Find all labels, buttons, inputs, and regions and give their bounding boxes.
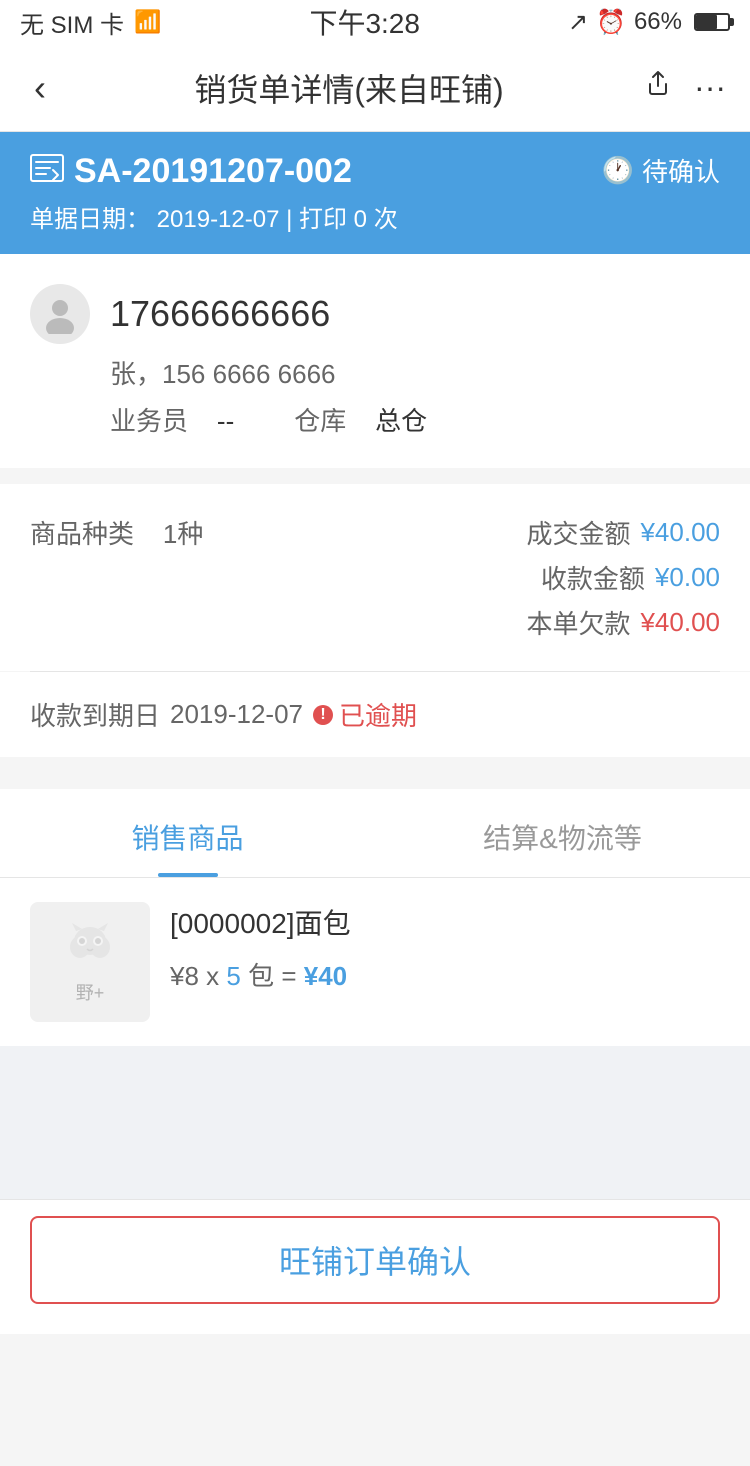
- battery-percent: 66%: [634, 8, 682, 36]
- time-display: 下午3:28: [309, 2, 420, 42]
- total-value: ¥40: [304, 961, 347, 991]
- overdue-badge: ! 已逾期: [313, 696, 417, 733]
- quantity-value: 5: [226, 961, 248, 991]
- clock-icon: 🕐: [602, 155, 634, 186]
- product-placeholder-icon: [60, 919, 120, 979]
- amount-row-2: 本单欠款 ¥40.00: [526, 604, 720, 641]
- summary-right: 成交金额 ¥40.00 收款金额 ¥0.00 本单欠款 ¥40.00: [526, 514, 720, 641]
- salesperson-label: 业务员 --: [110, 401, 234, 438]
- section-divider-2: [0, 757, 750, 773]
- category-item: 商品种类 1种: [30, 514, 203, 551]
- tab-products[interactable]: 销售商品: [0, 789, 375, 877]
- amount-row-0: 成交金额 ¥40.00: [526, 514, 720, 551]
- product-info: [0000002]面包 ¥8 x 5 包 = ¥40: [170, 902, 720, 993]
- customer-name: 张，156 6666 6666: [30, 354, 720, 391]
- summary-section: 商品种类 1种 成交金额 ¥40.00 收款金额 ¥0.00 本单欠款 ¥40.…: [0, 484, 750, 671]
- due-date-value: 2019-12-07: [170, 699, 303, 730]
- location-icon: ↗: [568, 8, 588, 37]
- nav-bar: ‹ 销货单详情(来自旺铺) ···: [0, 44, 750, 132]
- status-right: ↗ ⏰ 66%: [568, 8, 730, 37]
- more-button[interactable]: ···: [694, 69, 726, 106]
- order-status: 🕐 待确认: [602, 152, 720, 189]
- status-bar: 无 SIM 卡 📶 下午3:28 ↗ ⏰ 66%: [0, 0, 750, 44]
- confirm-order-button[interactable]: 旺铺订单确认: [30, 1216, 720, 1304]
- nav-right-actions: ···: [642, 68, 726, 108]
- customer-phone: 17666666666: [110, 293, 330, 335]
- overdue-text: 已逾期: [339, 696, 417, 733]
- product-price: ¥8 x 5 包 = ¥40: [170, 956, 720, 993]
- product-image: 野+: [30, 902, 150, 1022]
- tabs-header: 销售商品 结算&物流等: [0, 789, 750, 878]
- tab-settlement[interactable]: 结算&物流等: [375, 789, 750, 877]
- overdue-icon: !: [313, 705, 333, 725]
- order-date: 单据日期： 2019-12-07 | 打印 0 次: [30, 199, 398, 234]
- battery-icon: [694, 13, 730, 31]
- amount-row-1: 收款金额 ¥0.00: [541, 559, 720, 596]
- bottom-bar: 旺铺订单确认: [0, 1199, 750, 1334]
- customer-section: 17666666666 张，156 6666 6666 业务员 -- 仓库 总仓: [0, 254, 750, 468]
- customer-meta: 业务员 -- 仓库 总仓: [30, 401, 720, 438]
- customer-row: 17666666666: [30, 284, 720, 344]
- product-name: [0000002]面包: [170, 902, 720, 942]
- page-title: 销货单详情(来自旺铺): [56, 65, 642, 111]
- order-id: SA-20191207-002: [30, 152, 398, 191]
- alarm-icon: ⏰: [596, 8, 626, 37]
- wifi-icon: 📶: [134, 9, 161, 35]
- section-divider-1: [0, 468, 750, 484]
- product-item: 野+ [0000002]面包 ¥8 x 5 包 = ¥40: [0, 878, 750, 1046]
- status-left: 无 SIM 卡 📶: [20, 5, 161, 40]
- warehouse-label: 仓库 总仓: [294, 401, 427, 438]
- order-header-banner: SA-20191207-002 单据日期： 2019-12-07 | 打印 0 …: [0, 132, 750, 254]
- back-button[interactable]: ‹: [24, 57, 56, 119]
- carrier-text: 无 SIM 卡: [20, 5, 124, 40]
- summary-left: 商品种类 1种: [30, 514, 203, 641]
- order-icon: [30, 152, 64, 191]
- due-date-section: 收款到期日 2019-12-07 ! 已逾期: [0, 672, 750, 757]
- tabs-section: 销售商品 结算&物流等: [0, 789, 750, 1046]
- brand-label: 野+: [76, 979, 105, 1005]
- order-header-left: SA-20191207-002 单据日期： 2019-12-07 | 打印 0 …: [30, 152, 398, 234]
- due-date-label: 收款到期日: [30, 696, 160, 733]
- avatar: [30, 284, 90, 344]
- share-button[interactable]: [642, 68, 674, 108]
